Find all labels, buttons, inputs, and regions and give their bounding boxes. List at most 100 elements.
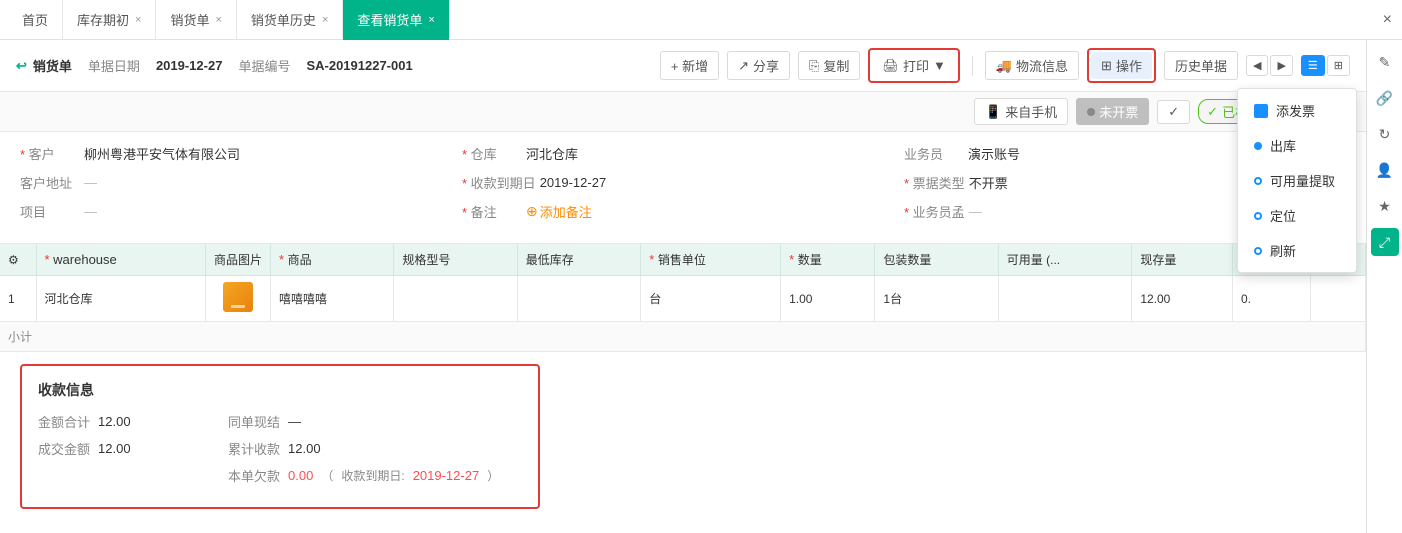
row-warehouse: 河北仓库 (36, 276, 205, 322)
amount-total-value: 12.00 (98, 414, 131, 429)
product-image (223, 282, 253, 312)
tab-sales-history[interactable]: 销货单历史 × (237, 0, 343, 40)
operations-dropdown: 添发票 出库 可用量提取 定位 刷新 (1237, 88, 1357, 273)
add-button[interactable]: + 新增 (660, 51, 719, 80)
arrears-hint: （ (321, 467, 333, 484)
project-label: 项目 (20, 202, 80, 221)
refresh-label: 刷新 (1270, 241, 1296, 260)
locate-label: 定位 (1270, 206, 1296, 225)
tab-view-sales[interactable]: 查看销货单 × (343, 0, 449, 40)
same-order-item: 同单现结 — (228, 412, 378, 431)
warehouse-label: 仓库 (462, 144, 522, 163)
same-order-value: — (288, 414, 301, 429)
tab-sales-order-label: 销货单 (170, 10, 209, 29)
add-invoice-icon (1254, 104, 1268, 118)
invoice-type-label: 票据类型 (904, 173, 965, 192)
close-all-button[interactable]: × (1383, 11, 1392, 29)
from-phone-label: 来自手机 (1005, 102, 1057, 121)
tab-home[interactable]: 首页 (8, 0, 63, 40)
logistics-button[interactable]: 🚚 物流信息 (985, 51, 1079, 80)
available-qty-label: 可用量提取 (1270, 171, 1335, 190)
fields-row-2: 客户地址 — 收款到期日 2019-12-27 票据类型 不开票 (20, 173, 1346, 192)
operations-grid-icon: ⊞ (1101, 58, 1112, 74)
outbound-label: 出库 (1270, 136, 1296, 155)
check-icon: ✓ (1168, 104, 1179, 120)
locate-item[interactable]: 定位 (1238, 198, 1356, 233)
copy-button[interactable]: ⎘ 复制 (798, 51, 860, 80)
nav-prev[interactable]: ◀ (1246, 55, 1268, 76)
link-button[interactable]: 🔗 (1371, 84, 1399, 112)
tab-inventory-init[interactable]: 库存期初 × (63, 0, 156, 40)
subtotal-row: 小计 (0, 322, 1366, 352)
form-meta: 单据日期 2019-12-27 单据编号 SA-20191227-001 (88, 56, 413, 75)
col-available: 可用量 (... (998, 244, 1132, 276)
number-label: 单据编号 (238, 56, 290, 75)
copy-label: 复制 (823, 56, 849, 75)
col-warehouse: * warehouse (36, 244, 205, 276)
refresh-circle-button[interactable]: ↻ (1371, 120, 1399, 148)
view-grid[interactable]: ⊞ (1327, 55, 1350, 76)
check-button[interactable]: ✓ (1157, 100, 1190, 124)
print-label: 打印 (903, 56, 929, 75)
add-invoice-item[interactable]: 添发票 (1238, 93, 1356, 128)
print-button[interactable]: 🖨 打印 ▼ (872, 52, 955, 79)
logistics-icon: 🚚 (996, 58, 1012, 74)
share-label: 分享 (753, 56, 779, 75)
project-field: 项目 — (20, 202, 462, 221)
operations-label: 操作 (1116, 56, 1142, 75)
tab-sales-history-close[interactable]: × (322, 14, 328, 26)
operations-button-wrapper: ⊞ 操作 (1087, 48, 1156, 83)
logistics-label: 物流信息 (1016, 56, 1068, 75)
col-unit: * 销售单位 (641, 244, 781, 276)
edit-button[interactable]: ✎ (1371, 48, 1399, 76)
star-button[interactable]: ★ (1371, 192, 1399, 220)
operations-button[interactable]: ⊞ 操作 (1091, 52, 1152, 79)
remark-field: 备注 ⊕ 添加备注 (462, 202, 904, 221)
add-remark-button[interactable]: ⊕ 添加备注 (526, 202, 592, 221)
phone-icon: 📱 (985, 104, 1001, 120)
customer-field: 客户 柳州粤港平安气体有限公司 (20, 144, 462, 163)
number-value: SA-20191227-001 (306, 58, 412, 73)
nav-next[interactable]: ▶ (1270, 55, 1292, 76)
history-button[interactable]: 历史单据 (1164, 51, 1238, 80)
same-order-label: 同单现结 (228, 412, 280, 431)
row-stock: 12.00 (1132, 276, 1233, 322)
history-label: 历史单据 (1175, 56, 1227, 75)
share-button[interactable]: ↗ 分享 (727, 51, 790, 80)
refresh-item[interactable]: 刷新 (1238, 233, 1356, 268)
tab-sales-order-close[interactable]: × (215, 14, 221, 26)
tab-view-sales-close[interactable]: × (428, 14, 434, 26)
deal-amount-label: 成交金额 (38, 439, 90, 458)
row-spec (394, 276, 517, 322)
col-min-stock: 最低库存 (517, 244, 640, 276)
tab-inventory-init-label: 库存期初 (77, 10, 129, 29)
outbound-item[interactable]: 出库 (1238, 128, 1356, 163)
from-phone-button[interactable]: 📱 来自手机 (974, 98, 1068, 125)
row-unit-price: 0. (1232, 276, 1310, 322)
amount-total-item: 金额合计 12.00 (38, 412, 188, 431)
row-product: 嘻嘻嘻嘻 (270, 276, 393, 322)
not-opened-button[interactable]: 未开票 (1076, 98, 1149, 125)
due-date-value: 2019-12-27 (540, 175, 607, 190)
tab-view-sales-label: 查看销货单 (357, 10, 422, 29)
arrears-hint-close: ） (487, 467, 499, 484)
row-qty: 1.00 (781, 276, 875, 322)
tab-sales-order[interactable]: 销货单 × (156, 0, 236, 40)
tab-inventory-init-close[interactable]: × (135, 14, 141, 26)
customer-value: 柳州粤港平安气体有限公司 (84, 144, 240, 163)
col-qty: * 数量 (781, 244, 875, 276)
tab-bar: 首页 库存期初 × 销货单 × 销货单历史 × 查看销货单 × × (0, 0, 1402, 40)
staff-value: 演示账号 (968, 144, 1020, 163)
row-available (998, 276, 1132, 322)
available-qty-item[interactable]: 可用量提取 (1238, 163, 1356, 198)
row-min-stock (517, 276, 640, 322)
user-button[interactable]: 👤 (1371, 156, 1399, 184)
date-label: 单据日期 (88, 56, 140, 75)
view-list[interactable]: ☰ (1301, 55, 1325, 76)
print-icon: 🖨 (882, 58, 899, 74)
table-row: 1 河北仓库 嘻嘻嘻嘻 台 1.00 1台 12 (0, 276, 1366, 322)
row-unit: 台 (641, 276, 781, 322)
address-field: 客户地址 — (20, 173, 462, 192)
add-invoice-label: 添发票 (1276, 101, 1315, 120)
expand-button[interactable]: ⤢ (1371, 228, 1399, 256)
